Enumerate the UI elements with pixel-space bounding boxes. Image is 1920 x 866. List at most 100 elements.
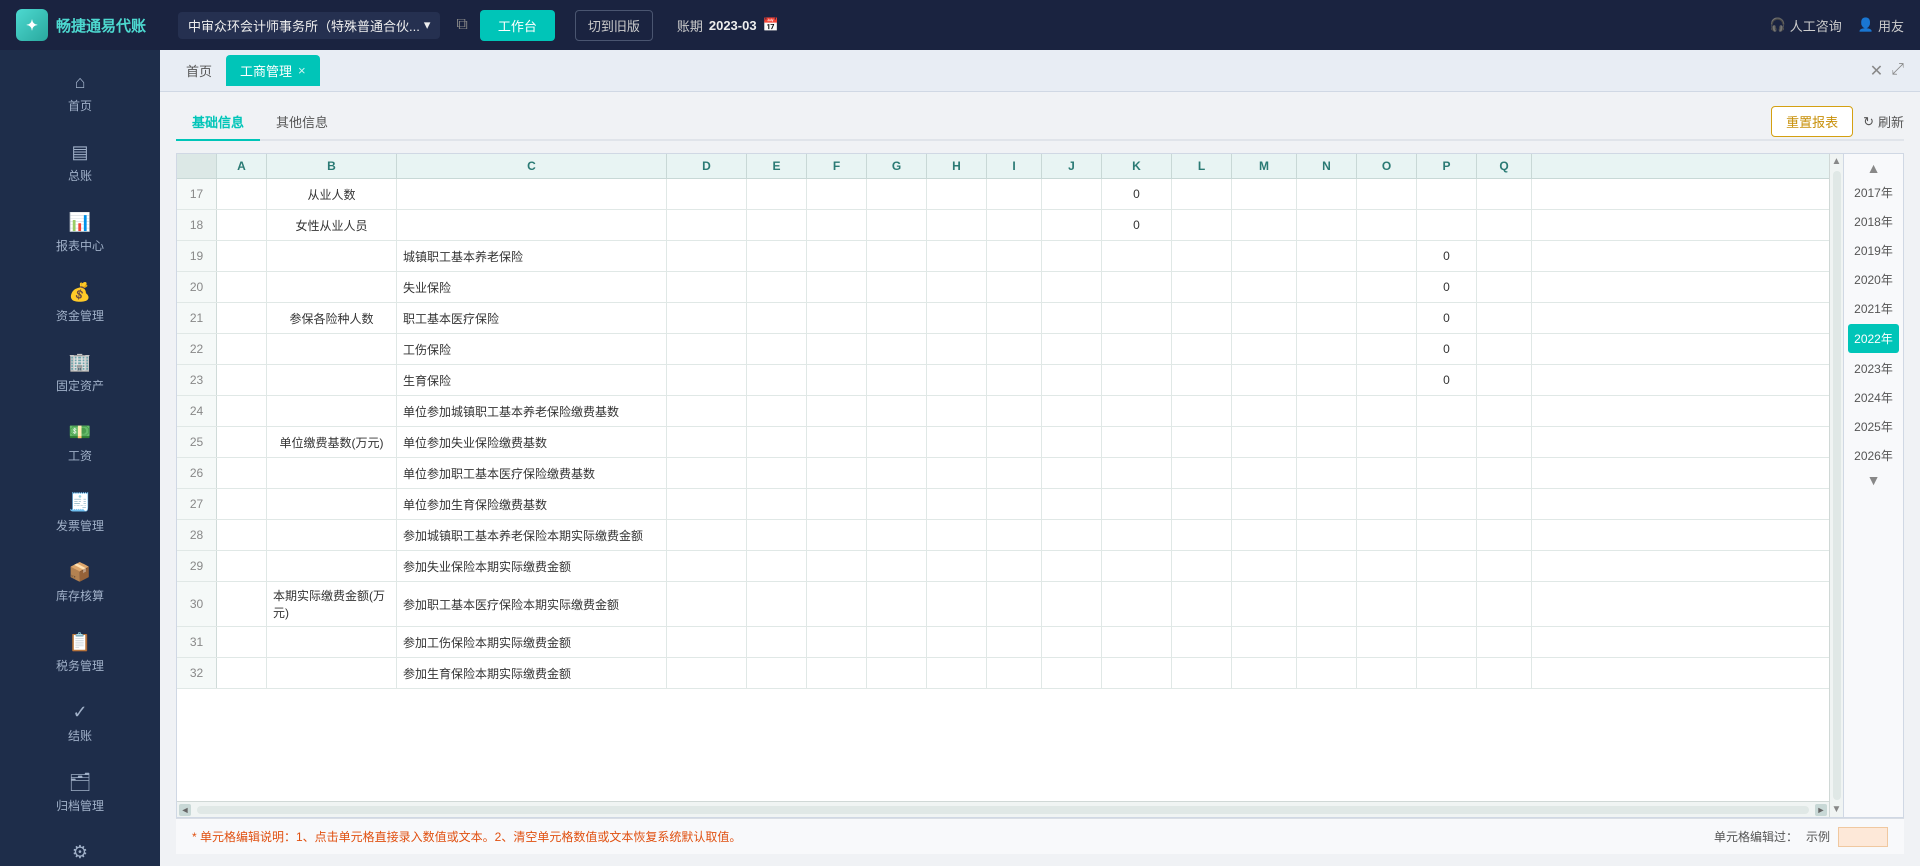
cell-18-g[interactable]: [867, 210, 927, 240]
cell-20-e[interactable]: [747, 272, 807, 302]
cell-28-d[interactable]: [667, 520, 747, 550]
cell-31-j[interactable]: [1042, 627, 1102, 657]
cell-26-b[interactable]: [267, 458, 397, 488]
cell-27-d[interactable]: [667, 489, 747, 519]
cell-29-o[interactable]: [1357, 551, 1417, 581]
cell-22-o[interactable]: [1357, 334, 1417, 364]
cell-21-e[interactable]: [747, 303, 807, 333]
cell-31-g[interactable]: [867, 627, 927, 657]
cell-23-b[interactable]: [267, 365, 397, 395]
cell-28-m[interactable]: [1232, 520, 1297, 550]
cell-27-h[interactable]: [927, 489, 987, 519]
cell-25-h[interactable]: [927, 427, 987, 457]
cell-21-q[interactable]: [1477, 303, 1532, 333]
cell-29-f[interactable]: [807, 551, 867, 581]
cell-23-q[interactable]: [1477, 365, 1532, 395]
cell-20-l[interactable]: [1172, 272, 1232, 302]
cell-21-b[interactable]: 参保各险种人数: [267, 303, 397, 333]
cell-24-e[interactable]: [747, 396, 807, 426]
cell-25-e[interactable]: [747, 427, 807, 457]
year-item-2019[interactable]: 2019年: [1844, 236, 1903, 265]
cell-17-b[interactable]: 从业人数: [267, 179, 397, 209]
cell-19-b[interactable]: [267, 241, 397, 271]
cell-17-a[interactable]: [217, 179, 267, 209]
cell-19-g[interactable]: [867, 241, 927, 271]
cell-29-c[interactable]: 参加失业保险本期实际缴费金额: [397, 551, 667, 581]
cell-18-n[interactable]: [1297, 210, 1357, 240]
cell-19-e[interactable]: [747, 241, 807, 271]
scroll-right-button[interactable]: ►: [1815, 804, 1827, 816]
cell-32-c[interactable]: 参加生育保险本期实际缴费金额: [397, 658, 667, 688]
cell-24-a[interactable]: [217, 396, 267, 426]
cell-25-i[interactable]: [987, 427, 1042, 457]
cell-32-i[interactable]: [987, 658, 1042, 688]
cell-31-f[interactable]: [807, 627, 867, 657]
cell-26-o[interactable]: [1357, 458, 1417, 488]
cell-26-j[interactable]: [1042, 458, 1102, 488]
cell-17-c[interactable]: [397, 179, 667, 209]
cell-31-a[interactable]: [217, 627, 267, 657]
cell-20-m[interactable]: [1232, 272, 1297, 302]
cell-24-n[interactable]: [1297, 396, 1357, 426]
cell-28-h[interactable]: [927, 520, 987, 550]
cell-21-g[interactable]: [867, 303, 927, 333]
year-item-2026[interactable]: 2026年: [1844, 441, 1903, 470]
cell-23-o[interactable]: [1357, 365, 1417, 395]
cell-26-m[interactable]: [1232, 458, 1297, 488]
cell-24-o[interactable]: [1357, 396, 1417, 426]
cell-28-f[interactable]: [807, 520, 867, 550]
cell-28-q[interactable]: [1477, 520, 1532, 550]
tab-close-icon[interactable]: ×: [298, 63, 306, 78]
cell-19-k[interactable]: [1102, 241, 1172, 271]
cell-18-q[interactable]: [1477, 210, 1532, 240]
cell-17-d[interactable]: [667, 179, 747, 209]
cell-24-i[interactable]: [987, 396, 1042, 426]
cell-32-b[interactable]: [267, 658, 397, 688]
horizontal-scrollbar[interactable]: ◄ ►: [177, 801, 1829, 817]
cell-28-p[interactable]: [1417, 520, 1477, 550]
cell-28-o[interactable]: [1357, 520, 1417, 550]
cell-25-b[interactable]: 单位缴费基数(万元): [267, 427, 397, 457]
cell-23-p[interactable]: 0: [1417, 365, 1477, 395]
cell-24-l[interactable]: [1172, 396, 1232, 426]
cell-32-e[interactable]: [747, 658, 807, 688]
cell-18-c[interactable]: [397, 210, 667, 240]
cell-18-b[interactable]: 女性从业人员: [267, 210, 397, 240]
cell-28-g[interactable]: [867, 520, 927, 550]
tab-home[interactable]: 首页: [176, 55, 222, 86]
cell-23-e[interactable]: [747, 365, 807, 395]
cell-26-q[interactable]: [1477, 458, 1532, 488]
cell-31-d[interactable]: [667, 627, 747, 657]
cell-31-l[interactable]: [1172, 627, 1232, 657]
sidebar-item-tax[interactable]: 📋 税务管理: [6, 620, 154, 686]
cell-26-d[interactable]: [667, 458, 747, 488]
cell-19-m[interactable]: [1232, 241, 1297, 271]
cell-23-f[interactable]: [807, 365, 867, 395]
old-version-button[interactable]: 切到旧版: [575, 10, 653, 41]
cell-21-o[interactable]: [1357, 303, 1417, 333]
cell-27-a[interactable]: [217, 489, 267, 519]
cell-26-k[interactable]: [1102, 458, 1172, 488]
cell-22-m[interactable]: [1232, 334, 1297, 364]
cell-19-c[interactable]: 城镇职工基本养老保险: [397, 241, 667, 271]
cell-29-d[interactable]: [667, 551, 747, 581]
sidebar-item-ledger[interactable]: ▤ 总账: [6, 130, 154, 196]
cell-27-f[interactable]: [807, 489, 867, 519]
cell-30-q[interactable]: [1477, 582, 1532, 626]
cell-27-c[interactable]: 单位参加生育保险缴费基数: [397, 489, 667, 519]
cell-27-g[interactable]: [867, 489, 927, 519]
cell-20-k[interactable]: [1102, 272, 1172, 302]
cell-32-q[interactable]: [1477, 658, 1532, 688]
cell-26-c[interactable]: 单位参加职工基本医疗保险缴费基数: [397, 458, 667, 488]
cell-30-n[interactable]: [1297, 582, 1357, 626]
cell-22-i[interactable]: [987, 334, 1042, 364]
cell-21-l[interactable]: [1172, 303, 1232, 333]
cell-20-n[interactable]: [1297, 272, 1357, 302]
cell-25-a[interactable]: [217, 427, 267, 457]
year-item-2022[interactable]: 2022年: [1848, 324, 1899, 353]
cell-22-a[interactable]: [217, 334, 267, 364]
cell-26-g[interactable]: [867, 458, 927, 488]
sidebar-item-assets[interactable]: 🏢 固定资产: [6, 340, 154, 406]
cell-19-h[interactable]: [927, 241, 987, 271]
cell-17-p[interactable]: [1417, 179, 1477, 209]
